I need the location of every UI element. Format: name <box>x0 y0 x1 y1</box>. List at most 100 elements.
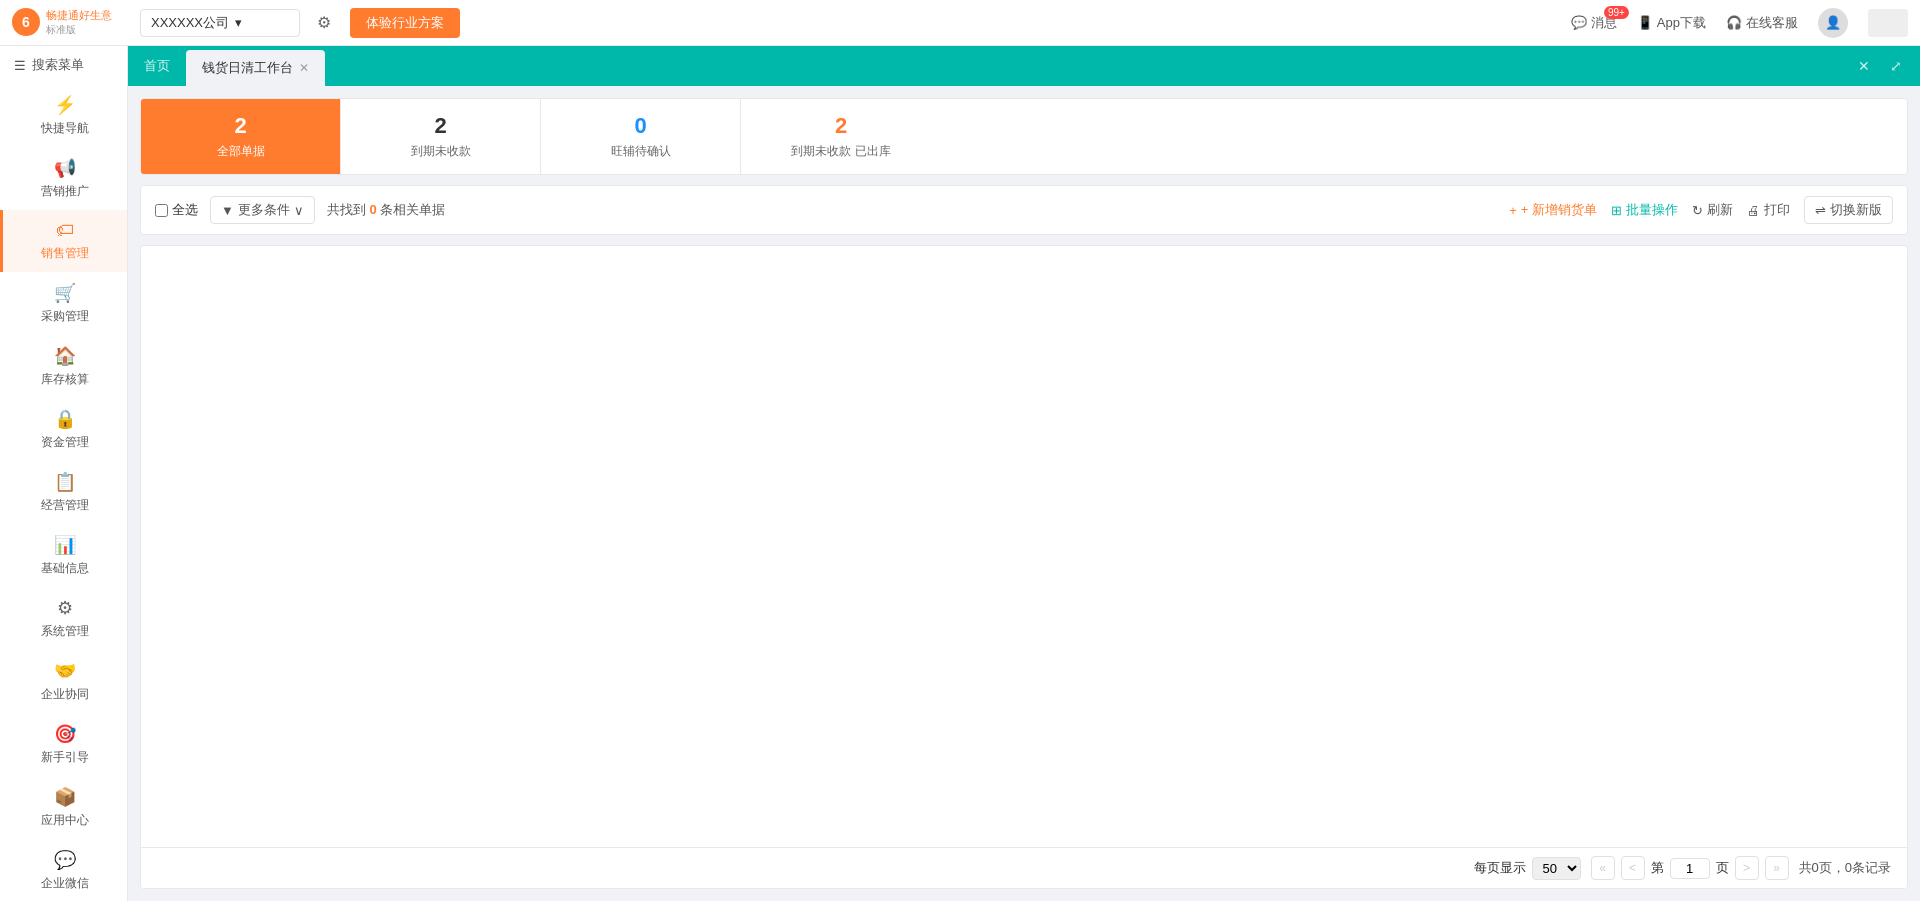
box-icon: 📦 <box>54 786 76 808</box>
per-page-select[interactable]: 50 <box>1532 857 1581 880</box>
switch-version-button[interactable]: ⇌ 切换新版 <box>1804 196 1893 224</box>
content-area: 首页 钱货日清工作台 ✕ ✕ ⤢ 2 全部单据 2 到期未收款 <box>128 46 1920 901</box>
page-nav: « < 第 页 > » <box>1591 856 1789 880</box>
first-page-icon: « <box>1599 861 1606 875</box>
sidebar: ☰ 搜索菜单 ⚡ 快捷导航 📢 营销推广 🏷 销售管理 🛒 采购管理 🏠 库存核… <box>0 46 128 901</box>
toolbar: 全选 ▼ 更多条件 ∨ 共找到 0 条相关单据 + + 新增销货单 <box>140 185 1908 235</box>
sidebar-item-cooperation[interactable]: 🤝 企业协同 <box>0 650 127 713</box>
sidebar-item-marketing[interactable]: 📢 营销推广 <box>0 147 127 210</box>
chat-icon: 💬 <box>54 849 76 871</box>
next-page-button[interactable]: > <box>1735 856 1759 880</box>
tab-expand-icon[interactable]: ⤢ <box>1884 54 1908 78</box>
tab-work-bench[interactable]: 钱货日清工作台 ✕ <box>186 50 325 86</box>
sidebar-item-finance[interactable]: 🔒 资金管理 <box>0 398 127 461</box>
page-input[interactable] <box>1670 858 1710 879</box>
cart-icon: 🛒 <box>54 282 76 304</box>
batch-operation-button[interactable]: ⊞ 批量操作 <box>1611 201 1678 219</box>
company-selector[interactable]: XXXXXX公司 ▾ <box>140 9 300 37</box>
search-menu-item[interactable]: ☰ 搜索菜单 <box>0 46 127 84</box>
sidebar-item-purchase[interactable]: 🛒 采购管理 <box>0 272 127 335</box>
table-area: 每页显示 50 « < 第 页 <box>140 245 1908 889</box>
filter-icon: ▼ <box>221 203 234 218</box>
sidebar-label-finance: 资金管理 <box>41 434 89 451</box>
select-all-label: 全选 <box>172 201 198 219</box>
prev-page-button[interactable]: < <box>1621 856 1645 880</box>
lock-icon: 🔒 <box>54 408 76 430</box>
status-count-pending: 0 <box>634 113 646 139</box>
add-icon: + <box>1509 203 1517 218</box>
status-card-overdue[interactable]: 2 到期未收款 <box>341 99 541 174</box>
sidebar-label-inventory: 库存核算 <box>41 371 89 388</box>
logo-text: 畅捷通好生意 标准版 <box>46 8 112 36</box>
megaphone-icon: 📢 <box>54 157 76 179</box>
chevron-down-icon: ▾ <box>235 15 242 30</box>
sidebar-item-system[interactable]: ⚙ 系统管理 <box>0 587 127 650</box>
avatar[interactable]: 👤 <box>1818 8 1848 38</box>
total-text: 共0页，0条记录 <box>1799 859 1891 877</box>
app-download-item[interactable]: 📱 App下载 <box>1637 14 1706 32</box>
sidebar-label-cooperation: 企业协同 <box>41 686 89 703</box>
online-service-item[interactable]: 🎧 在线客服 <box>1726 14 1798 32</box>
last-page-icon: » <box>1773 861 1780 875</box>
tab-close-all-icon[interactable]: ✕ <box>1852 54 1876 78</box>
message-item[interactable]: 💬 消息 99+ <box>1571 14 1617 32</box>
clipboard-icon: 📋 <box>54 471 76 493</box>
sidebar-item-operations[interactable]: 📋 经营管理 <box>0 461 127 524</box>
app-download-label: App下载 <box>1657 14 1706 32</box>
first-page-button[interactable]: « <box>1591 856 1615 880</box>
refresh-button[interactable]: ↻ 刷新 <box>1692 201 1733 219</box>
status-count-overdue-shipped: 2 <box>835 113 847 139</box>
last-page-button[interactable]: » <box>1765 856 1789 880</box>
checkbox-input[interactable] <box>155 204 168 217</box>
status-label-all: 全部单据 <box>217 143 265 160</box>
trial-button[interactable]: 体验行业方案 <box>350 8 460 38</box>
select-all-checkbox[interactable]: 全选 <box>155 201 198 219</box>
settings-icon[interactable]: ⚙ <box>310 9 338 37</box>
sidebar-item-sales[interactable]: 🏷 销售管理 <box>0 210 127 272</box>
sidebar-item-app-center[interactable]: 📦 应用中心 <box>0 776 127 839</box>
switch-icon: ⇌ <box>1815 203 1826 218</box>
prev-page-icon: < <box>1629 861 1636 875</box>
message-icon: 💬 <box>1571 15 1587 30</box>
status-card-overdue-shipped[interactable]: 2 到期未收款 已出库 <box>741 99 941 174</box>
status-card-all[interactable]: 2 全部单据 <box>141 99 341 174</box>
company-name: XXXXXX公司 <box>151 14 229 32</box>
sidebar-item-basic-info[interactable]: 📊 基础信息 <box>0 524 127 587</box>
search-icon: ☰ <box>14 58 26 73</box>
status-label-overdue: 到期未收款 <box>411 143 471 160</box>
logo-area: 6 畅捷通好生意 标准版 <box>12 8 140 36</box>
page-content: 2 全部单据 2 到期未收款 0 旺辅待确认 2 到期未收款 已出库 <box>128 86 1920 901</box>
tab-home[interactable]: 首页 <box>128 46 186 86</box>
status-count-all: 2 <box>234 113 246 139</box>
page-suffix: 页 <box>1716 859 1729 877</box>
sidebar-label-sales: 销售管理 <box>41 245 89 262</box>
sidebar-item-quick-nav[interactable]: ⚡ 快捷导航 <box>0 84 127 147</box>
status-label-overdue-shipped: 到期未收款 已出库 <box>791 143 890 160</box>
chevron-icon: ∨ <box>294 203 304 218</box>
gear-icon: ⚙ <box>57 597 73 619</box>
sidebar-label-basic-info: 基础信息 <box>41 560 89 577</box>
switch-label: 切换新版 <box>1830 201 1882 219</box>
filter-button[interactable]: ▼ 更多条件 ∨ <box>210 196 315 224</box>
pagination-bar: 每页显示 50 « < 第 页 <box>141 847 1907 888</box>
batch-label: 批量操作 <box>1626 201 1678 219</box>
sidebar-item-guide[interactable]: 🎯 新手引导 <box>0 713 127 776</box>
tag-icon: 🏷 <box>56 220 74 241</box>
sidebar-item-inventory[interactable]: 🏠 库存核算 <box>0 335 127 398</box>
handshake-icon: 🤝 <box>54 660 76 682</box>
printer-icon: 🖨 <box>1747 203 1760 218</box>
status-card-pending[interactable]: 0 旺辅待确认 <box>541 99 741 174</box>
tab-close-icon[interactable]: ✕ <box>299 61 309 75</box>
print-button[interactable]: 🖨 打印 <box>1747 201 1790 219</box>
tab-home-label: 首页 <box>144 57 170 75</box>
search-menu-label: 搜索菜单 <box>32 56 84 74</box>
add-sales-order-button[interactable]: + + 新增销货单 <box>1509 201 1597 219</box>
app-icon: 📱 <box>1637 15 1653 30</box>
tab-bar-actions: ✕ ⤢ <box>1852 54 1920 78</box>
sidebar-label-operations: 经营管理 <box>41 497 89 514</box>
filter-label: 更多条件 <box>238 201 290 219</box>
sidebar-item-wechat[interactable]: 💬 企业微信 <box>0 839 127 901</box>
message-badge: 99+ <box>1604 6 1629 19</box>
avatar-icon: 👤 <box>1825 15 1841 30</box>
found-count: 0 <box>370 202 377 217</box>
